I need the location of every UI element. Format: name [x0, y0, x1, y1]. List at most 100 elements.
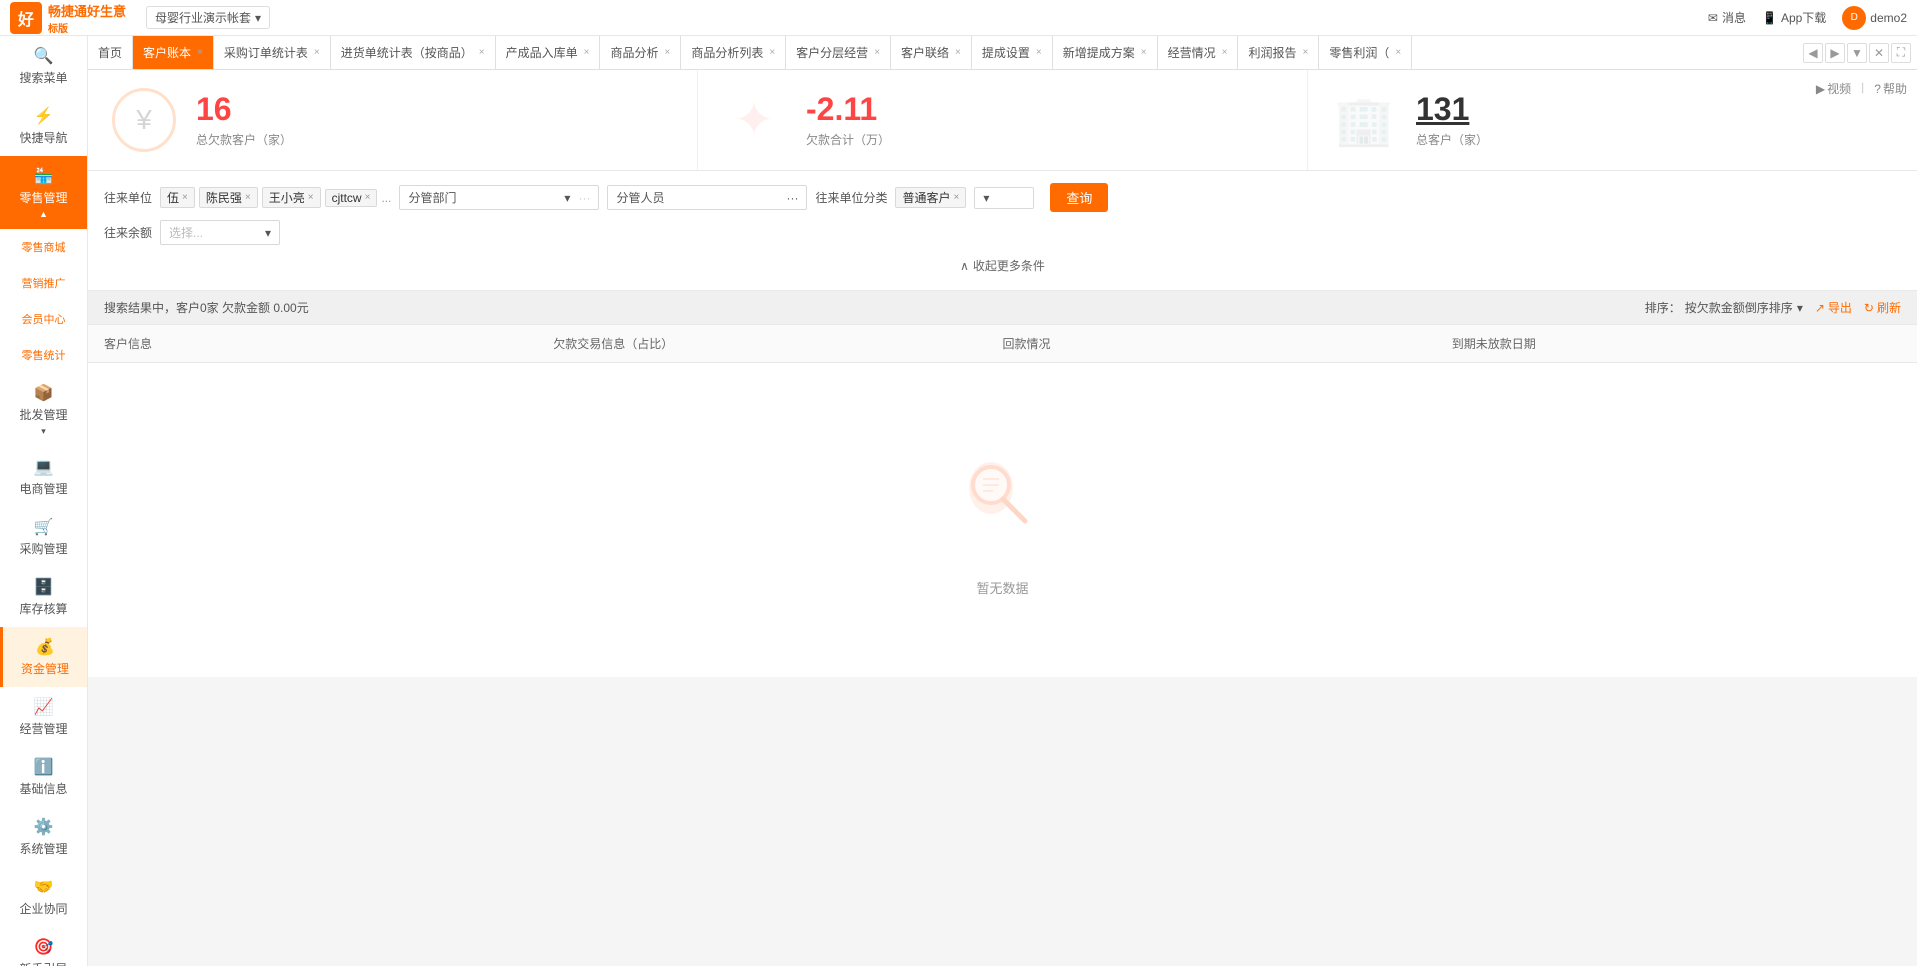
sidebar-item-sys-mgmt[interactable]: ⚙️ 系统管理	[0, 807, 87, 867]
filter-tag-close-type[interactable]: ×	[953, 192, 959, 203]
tab-customer-book[interactable]: 客户账本 ×	[133, 36, 214, 70]
sidebar-item-marketing[interactable]: 营销推广	[0, 265, 87, 301]
tab-product-analysis[interactable]: 商品分析 ×	[600, 36, 681, 70]
refresh-button[interactable]: ↻ 刷新	[1864, 299, 1901, 316]
arrow-down-icon: ▾	[41, 426, 46, 437]
sidebar-item-retail-mgmt[interactable]: 🏪 零售管理 ▲	[0, 156, 87, 229]
stat-debt-amount-label: 欠款合计（万）	[806, 131, 890, 148]
balance-label: 往来余额	[104, 224, 152, 241]
export-button[interactable]: ↗ 导出	[1815, 299, 1852, 316]
dept-chevron-icon: ▾	[564, 191, 570, 205]
filter-row-balance: 往来余额 选择... ▾	[104, 220, 1901, 245]
top-bar-right: ✉ 消息 📱 App下载 D demo2	[1708, 6, 1907, 30]
tab-close-operations-status[interactable]: ×	[1222, 47, 1228, 58]
col-header-repay: 回款情况	[1003, 335, 1452, 352]
sidebar-item-finance[interactable]: 💰 资金管理	[0, 627, 87, 687]
col-header-date: 到期未放款日期	[1452, 335, 1901, 352]
tab-close-profit-report[interactable]: ×	[1302, 47, 1308, 58]
filter-tag-close-1[interactable]: ×	[245, 192, 251, 203]
tab-close-customer-contact[interactable]: ×	[955, 47, 961, 58]
stat-debt-customers-value: 16	[196, 93, 292, 125]
sidebar-item-inventory[interactable]: 🗄️ 库存核算	[0, 567, 87, 627]
play-icon: ▶	[1816, 82, 1825, 96]
collapse-filter-button[interactable]: ∧ 收起更多条件	[104, 253, 1901, 278]
stat-total-customers-value: 131	[1416, 93, 1488, 125]
inventory-icon: 🗄️	[34, 577, 54, 597]
stat-total-customers: 🏢 131 总客户（家） ▶ 视频 |	[1308, 70, 1917, 170]
filter-tags-type: 普通客户 ×	[895, 187, 966, 208]
sort-control[interactable]: 排序： 按欠款金额倒序排序 ▾	[1645, 299, 1803, 316]
version-selector[interactable]: 母婴行业演示帐套 ▾	[146, 6, 270, 29]
stats-bar: ¥ 16 总欠款客户（家） ✦ -2.11	[88, 70, 1917, 171]
refresh-icon: ↻	[1864, 301, 1874, 315]
tab-product-analysis-list[interactable]: 商品分析列表 ×	[681, 36, 786, 70]
filter-tag-close-3[interactable]: ×	[365, 192, 371, 203]
help-button[interactable]: ? 帮助	[1874, 80, 1907, 97]
filter-row-unit: 往来单位 伍 × 陈民强 × 王小亮 ×	[104, 183, 1901, 212]
filter-tag-close-2[interactable]: ×	[308, 192, 314, 203]
sidebar-item-newbie[interactable]: 🎯 新手引导	[0, 927, 87, 966]
stat-debt-customers-label: 总欠款客户（家）	[196, 131, 292, 148]
nav-icon: ⚡	[34, 106, 54, 126]
sidebar-item-batch-mgmt[interactable]: 📦 批发管理 ▾	[0, 373, 87, 447]
tab-close-customer-segment[interactable]: ×	[874, 47, 880, 58]
download-icon: 📱	[1762, 11, 1777, 25]
sidebar-item-retail-stats[interactable]: 零售统计	[0, 337, 87, 373]
tab-profit-report[interactable]: 利润报告 ×	[1238, 36, 1319, 70]
tab-home[interactable]: 首页	[88, 36, 133, 70]
sidebar-item-enterprise[interactable]: 🤝 企业协同	[0, 867, 87, 927]
filter-tag-close-0[interactable]: ×	[182, 192, 188, 203]
tab-close-product-analysis[interactable]: ×	[664, 47, 670, 58]
sidebar-item-basic-info[interactable]: ℹ️ 基础信息	[0, 747, 87, 807]
tab-next-button[interactable]: ▶	[1825, 43, 1845, 63]
unit-type-dropdown[interactable]: ▾	[974, 187, 1034, 209]
user-avatar-area[interactable]: D demo2	[1842, 6, 1907, 30]
tab-cost-inbound[interactable]: 产成品入库单 ×	[496, 36, 601, 70]
tab-retail-profit[interactable]: 零售利润（ ×	[1319, 36, 1412, 70]
message-icon: ✉	[1708, 11, 1718, 25]
filter-more-unit[interactable]: ...	[381, 191, 391, 205]
dept-selector[interactable]: 分管部门 ▾ ···	[399, 185, 599, 210]
tab-close-cost-inbound[interactable]: ×	[584, 47, 590, 58]
app-version: 标版	[48, 20, 126, 35]
filter-tag-1: 陈民强 ×	[199, 187, 258, 208]
tab-close-purchase-order[interactable]: ×	[314, 47, 320, 58]
tab-customer-contact[interactable]: 客户联络 ×	[891, 36, 972, 70]
sidebar-quick-nav[interactable]: ⚡ 快捷导航	[0, 96, 87, 156]
avatar: D	[1842, 6, 1866, 30]
tab-fullscreen-button[interactable]: ⛶	[1891, 43, 1911, 63]
tab-new-raise-plan[interactable]: 新增提成方案 ×	[1053, 36, 1158, 70]
app-download-button[interactable]: 📱 App下载	[1762, 9, 1826, 26]
tab-customer-segment[interactable]: 客户分层经营 ×	[786, 36, 891, 70]
tab-inbound-stats[interactable]: 进货单统计表（按商品） ×	[331, 36, 496, 70]
tab-close-retail-profit[interactable]: ×	[1395, 47, 1401, 58]
sidebar-search[interactable]: 🔍 搜索菜单	[0, 36, 87, 96]
tab-close-new-raise-plan[interactable]: ×	[1141, 47, 1147, 58]
purchase-icon: 🛒	[34, 517, 54, 537]
balance-selector[interactable]: 选择... ▾	[160, 220, 280, 245]
tab-close-customer-book[interactable]: ×	[197, 47, 203, 58]
tab-purchase-order-stats[interactable]: 采购订单统计表 ×	[214, 36, 331, 70]
sidebar-item-purchase[interactable]: 🛒 采购管理	[0, 507, 87, 567]
tab-more-button[interactable]: ▼	[1847, 43, 1867, 63]
tab-close-product-analysis-list[interactable]: ×	[769, 47, 775, 58]
sidebar-item-ecommerce[interactable]: 💻 电商管理	[0, 447, 87, 507]
sidebar-item-member[interactable]: 会员中心	[0, 301, 87, 337]
collapse-icon: ∧	[960, 259, 969, 273]
message-button[interactable]: ✉ 消息	[1708, 9, 1746, 26]
stat-total-customers-label: 总客户（家）	[1416, 131, 1488, 148]
app-logo: 好 畅捷通好生意 标版	[10, 1, 126, 35]
tab-prev-button[interactable]: ◀	[1803, 43, 1823, 63]
tab-close-raise-settings[interactable]: ×	[1036, 47, 1042, 58]
tab-operations-status[interactable]: 经营情况 ×	[1158, 36, 1239, 70]
video-button[interactable]: ▶ 视频	[1816, 80, 1851, 97]
tab-close-inbound[interactable]: ×	[479, 47, 485, 58]
tab-raise-settings[interactable]: 提成设置 ×	[972, 36, 1053, 70]
sidebar-item-operations[interactable]: 📈 经营管理	[0, 687, 87, 747]
sidebar-item-retail-mall[interactable]: 零售商城	[0, 229, 87, 265]
filter-section: 往来单位 伍 × 陈民强 × 王小亮 ×	[88, 171, 1917, 291]
person-selector[interactable]: 分管人员 ···	[607, 185, 807, 210]
query-button[interactable]: 查询	[1050, 183, 1108, 212]
tab-close-all-button[interactable]: ✕	[1869, 43, 1889, 63]
logo-icon: 好	[10, 2, 42, 34]
